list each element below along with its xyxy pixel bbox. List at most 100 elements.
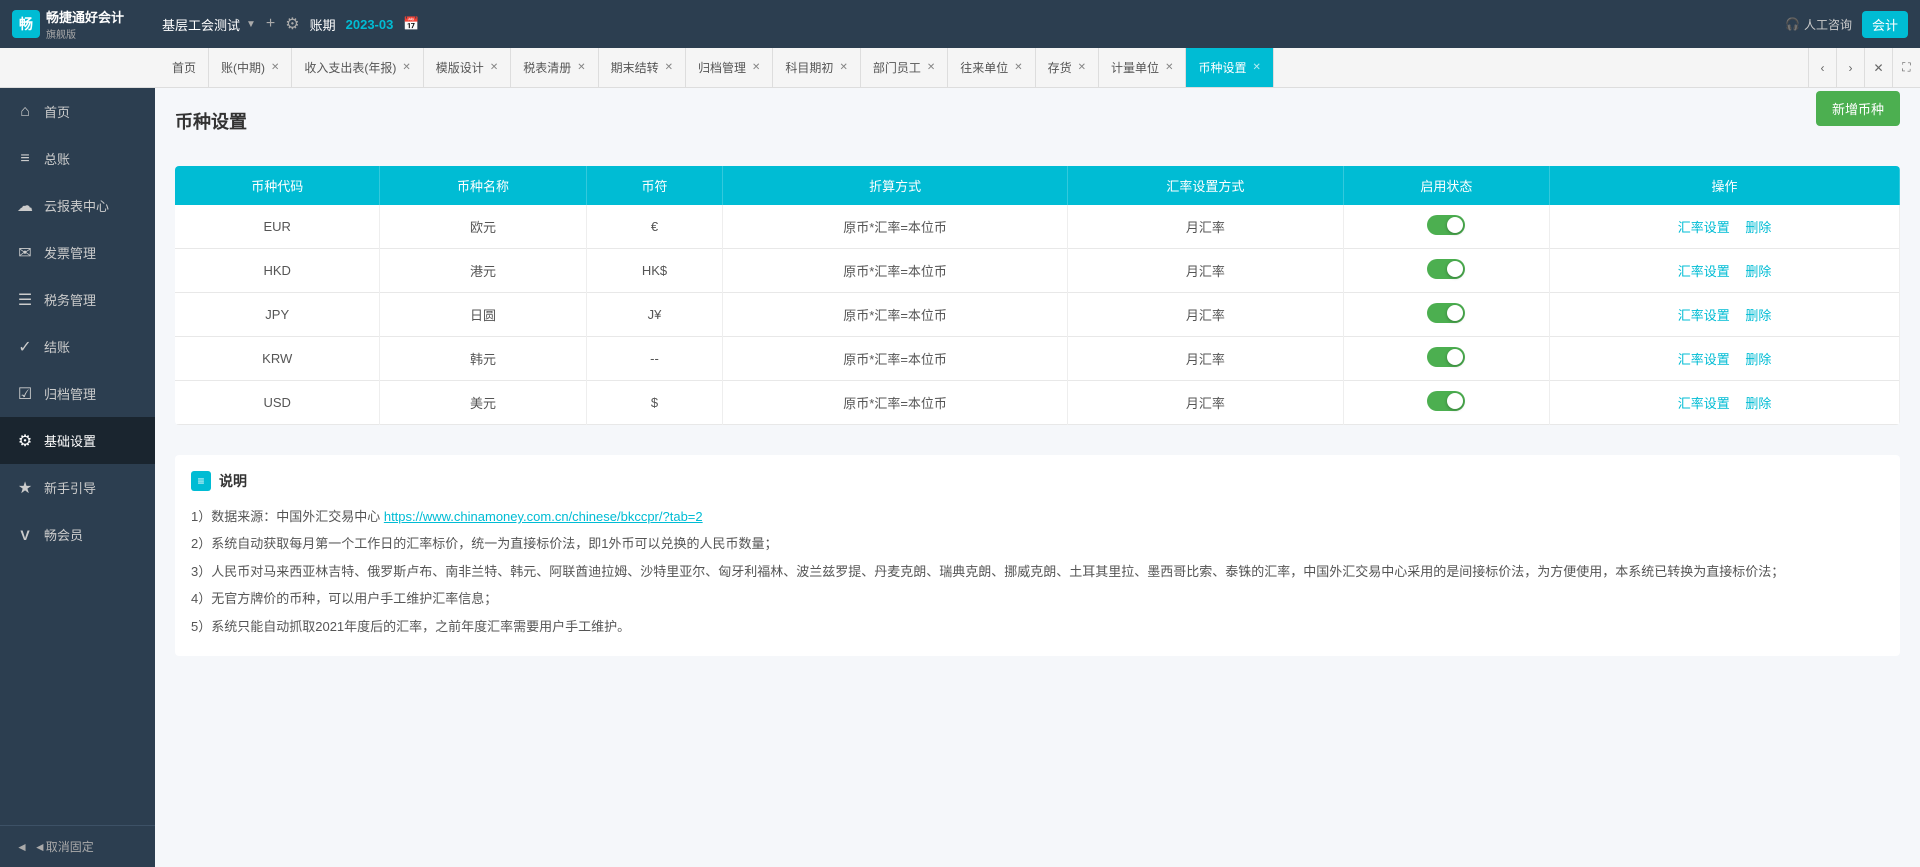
toggle-enabled-HKD[interactable] xyxy=(1427,259,1465,279)
tab-partners-close[interactable]: ✕ xyxy=(1014,62,1022,73)
rate-settings-link-4[interactable]: 汇率设置 xyxy=(1678,396,1730,411)
tab-income-close[interactable]: ✕ xyxy=(402,62,410,73)
toggle-enabled-JPY[interactable] xyxy=(1427,303,1465,323)
support-button[interactable]: 🎧 人工咨询 xyxy=(1785,16,1852,33)
cell-rate-method-3: 月汇率 xyxy=(1067,337,1343,381)
rate-settings-link-3[interactable]: 汇率设置 xyxy=(1678,352,1730,367)
cell-symbol-1: HK$ xyxy=(586,249,723,293)
logo-text-block: 畅捷通好会计 旗舰版 xyxy=(46,7,124,41)
tab-scroll-right[interactable]: › xyxy=(1836,48,1864,88)
period-calendar-icon[interactable]: 📅 xyxy=(403,16,419,32)
tab-home[interactable]: 首页 xyxy=(160,48,209,88)
sidebar-item-tax[interactable]: ☰ 税务管理 xyxy=(0,276,155,323)
notes-icon: ≡ xyxy=(191,471,211,491)
sidebar-item-checkout[interactable]: ✓ 结账 xyxy=(0,323,155,370)
delete-link-3[interactable]: 删除 xyxy=(1745,352,1771,367)
col-header-rate: 汇率设置方式 xyxy=(1067,166,1343,205)
new-currency-button[interactable]: 新增币种 xyxy=(1816,91,1900,126)
tab-subjects[interactable]: 科目期初 ✕ xyxy=(773,48,860,88)
sidebar-item-ledger[interactable]: ≡ 总账 xyxy=(0,135,155,182)
table-header-row: 币种代码 币种名称 币符 折算方式 汇率设置方式 启用状态 操作 xyxy=(175,166,1900,205)
cell-status-1 xyxy=(1343,249,1549,293)
toggle-enabled-USD[interactable] xyxy=(1427,391,1465,411)
cell-rate-method-1: 月汇率 xyxy=(1067,249,1343,293)
tab-maximize[interactable]: ⛶ xyxy=(1892,48,1920,88)
table-row: EUR 欧元 € 原币*汇率=本位币 月汇率 汇率设置 删除 xyxy=(175,205,1900,249)
tab-units[interactable]: 计量单位 ✕ xyxy=(1099,48,1186,88)
toggle-enabled-EUR[interactable] xyxy=(1427,215,1465,235)
cell-code-1: HKD xyxy=(175,249,380,293)
tab-balance-close[interactable]: ✕ xyxy=(271,62,279,73)
tab-currency-close[interactable]: ✕ xyxy=(1252,62,1260,73)
content-area: 币种设置 新增币种 币种代码 币种名称 币符 折算方式 汇率设置方式 启用状态 … xyxy=(155,88,1920,867)
cell-name-3: 韩元 xyxy=(380,337,586,381)
cell-code-4: USD xyxy=(175,381,380,425)
tab-subjects-close[interactable]: ✕ xyxy=(839,62,847,73)
tab-close-all[interactable]: ✕ xyxy=(1864,48,1892,88)
rate-settings-link-2[interactable]: 汇率设置 xyxy=(1678,308,1730,323)
sidebar-item-invoices[interactable]: ✉ 发票管理 xyxy=(0,229,155,276)
pin-label: ◄取消固定 xyxy=(34,838,94,855)
pin-icon: ◄ xyxy=(16,840,28,854)
notes-item-1: 1）数据来源：中国外汇交易中心 https://www.chinamoney.c… xyxy=(191,503,1884,530)
currency-table: 币种代码 币种名称 币符 折算方式 汇率设置方式 启用状态 操作 EUR 欧元 … xyxy=(175,166,1900,425)
tab-inventory[interactable]: 存货 ✕ xyxy=(1036,48,1099,88)
org-dropdown-arrow: ▼ xyxy=(246,19,256,30)
main-layout: ⌂ 首页 ≡ 总账 ☁ 云报表中心 ✉ 发票管理 ☰ 税务管理 ✓ 结账 ☑ 归… xyxy=(0,88,1920,867)
workspace-settings-icon[interactable]: ⚙ xyxy=(285,14,299,34)
notes-item-2: 2）系统自动获取每月第一个工作日的汇率标价，统一为直接标价法，即1外币可以兑换的… xyxy=(191,530,1884,557)
tab-income[interactable]: 收入支出表(年报) ✕ xyxy=(292,48,423,88)
delete-link-1[interactable]: 删除 xyxy=(1745,264,1771,279)
tab-departments[interactable]: 部门员工 ✕ xyxy=(861,48,948,88)
delete-link-2[interactable]: 删除 xyxy=(1745,308,1771,323)
org-selector[interactable]: 基层工会测试 ▼ xyxy=(162,15,256,34)
invoice-icon: ✉ xyxy=(16,244,34,262)
tab-tax-close[interactable]: ✕ xyxy=(577,62,585,73)
notes-item-4: 4）无官方牌价的币种，可以用户手工维护汇率信息； xyxy=(191,585,1884,612)
tab-partners[interactable]: 往来单位 ✕ xyxy=(948,48,1035,88)
notes-item-5: 5）系统只能自动抓取2021年度后的汇率，之前年度汇率需要用户手工维护。 xyxy=(191,613,1884,640)
add-workspace-icon[interactable]: + xyxy=(266,15,275,33)
sidebar-item-archive[interactable]: ☑ 归档管理 xyxy=(0,370,155,417)
tab-archive[interactable]: 归档管理 ✕ xyxy=(686,48,773,88)
period-value: 2023-03 xyxy=(346,17,394,32)
tab-inventory-close[interactable]: ✕ xyxy=(1078,62,1086,73)
cell-name-2: 日圆 xyxy=(380,293,586,337)
col-header-name: 币种名称 xyxy=(380,166,586,205)
cloud-icon: ☁ xyxy=(16,197,34,215)
sidebar-item-guide[interactable]: ★ 新手引导 xyxy=(0,464,155,511)
tab-period-end-close[interactable]: ✕ xyxy=(665,62,673,73)
sidebar-item-reports[interactable]: ☁ 云报表中心 xyxy=(0,182,155,229)
rate-settings-link-1[interactable]: 汇率设置 xyxy=(1678,264,1730,279)
tab-currency[interactable]: 币种设置 ✕ xyxy=(1186,48,1273,88)
col-header-actions: 操作 xyxy=(1550,166,1900,205)
sidebar-item-home[interactable]: ⌂ 首页 xyxy=(0,88,155,135)
cell-calc-1: 原币*汇率=本位币 xyxy=(723,249,1068,293)
cell-actions-0: 汇率设置 删除 xyxy=(1550,205,1900,249)
tab-tax[interactable]: 税表清册 ✕ xyxy=(511,48,598,88)
sidebar-item-member[interactable]: V 畅会员 xyxy=(0,511,155,558)
tab-template[interactable]: 模版设计 ✕ xyxy=(424,48,511,88)
toggle-enabled-KRW[interactable] xyxy=(1427,347,1465,367)
delete-link-4[interactable]: 删除 xyxy=(1745,396,1771,411)
sidebar-pin-button[interactable]: ◄ ◄取消固定 xyxy=(0,825,155,867)
chinamoney-link[interactable]: https://www.chinamoney.com.cn/chinese/bk… xyxy=(384,509,703,524)
tab-units-close[interactable]: ✕ xyxy=(1165,62,1173,73)
tab-balance[interactable]: 账(中期) ✕ xyxy=(209,48,292,88)
rate-settings-link-0[interactable]: 汇率设置 xyxy=(1678,220,1730,235)
tab-template-close[interactable]: ✕ xyxy=(490,62,498,73)
tab-period-end[interactable]: 期末结转 ✕ xyxy=(599,48,686,88)
ledger-icon: ≡ xyxy=(16,150,34,168)
delete-link-0[interactable]: 删除 xyxy=(1745,220,1771,235)
tab-scroll-left[interactable]: ‹ xyxy=(1808,48,1836,88)
support-label: 人工咨询 xyxy=(1804,16,1852,33)
tab-departments-close[interactable]: ✕ xyxy=(927,62,935,73)
cell-rate-method-2: 月汇率 xyxy=(1067,293,1343,337)
logo-icon: 畅 xyxy=(12,10,40,38)
sidebar-item-settings[interactable]: ⚙ 基础设置 xyxy=(0,417,155,464)
tab-archive-close[interactable]: ✕ xyxy=(752,62,760,73)
org-name: 基层工会测试 xyxy=(162,15,240,34)
col-header-status: 启用状态 xyxy=(1343,166,1549,205)
user-badge[interactable]: 会计 xyxy=(1862,11,1908,38)
cell-status-3 xyxy=(1343,337,1549,381)
